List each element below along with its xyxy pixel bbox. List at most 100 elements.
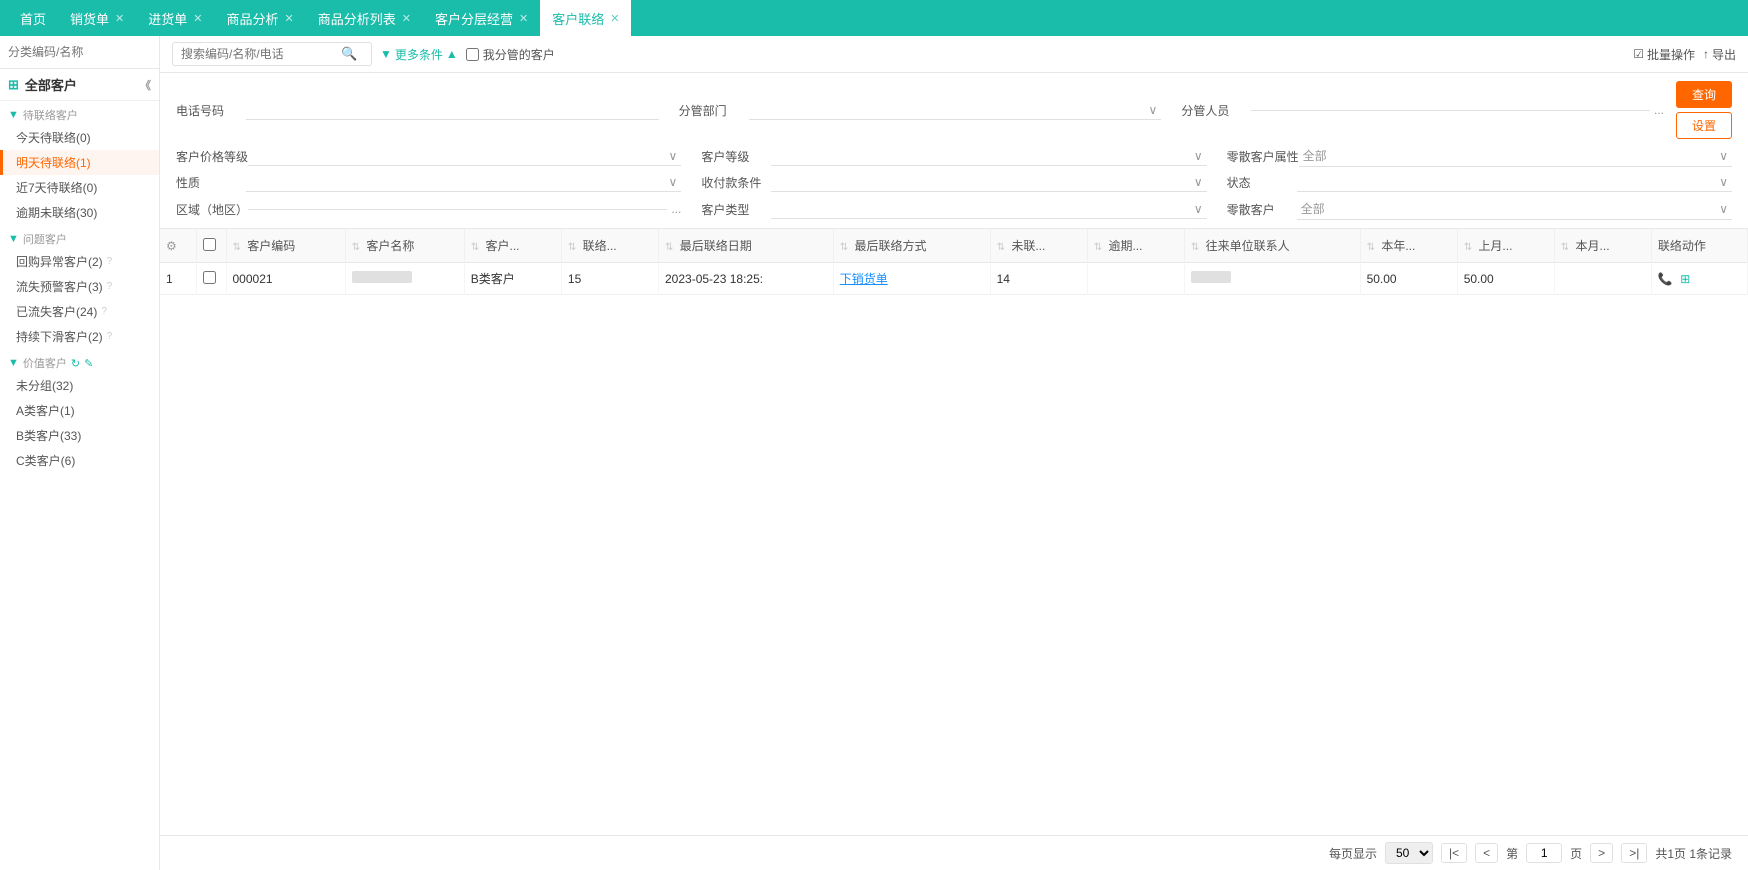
- th-last-month[interactable]: ⇅ 上月...: [1457, 229, 1554, 263]
- sidebar-item-7days-pending[interactable]: 近7天待联络(0): [0, 175, 159, 200]
- export-button[interactable]: ↑ 导出: [1703, 46, 1736, 63]
- nav-sales[interactable]: 销货单 ✕: [58, 0, 136, 36]
- collapse-icon[interactable]: 《: [140, 77, 151, 93]
- gear-icon[interactable]: ⚙: [166, 239, 177, 253]
- filter-row-3: 性质 ∨ 收付款条件 ∨ 状态 ∨: [176, 173, 1732, 192]
- more-filter-button[interactable]: ▼ 更多条件 ▲: [380, 46, 458, 63]
- action-more-icon[interactable]: ⊞: [1680, 272, 1690, 286]
- sidebar-item-loss-warning[interactable]: 流失预警客户(3) ?: [0, 274, 159, 299]
- nav-customer-segment[interactable]: 客户分层经营 ✕: [423, 0, 540, 36]
- first-page-button[interactable]: |<: [1441, 843, 1467, 863]
- td-code: 000021: [226, 263, 345, 295]
- th-customer-code[interactable]: ⇅ 客户编码: [226, 229, 345, 263]
- sort-icon-5: ⇅: [665, 242, 673, 253]
- sidebar-item-class-b[interactable]: B类客户(33): [0, 423, 159, 448]
- search-input[interactable]: [181, 47, 341, 61]
- retail-customer-select[interactable]: 全部 ∨: [1297, 198, 1732, 220]
- edit-icon[interactable]: ✎: [84, 357, 93, 370]
- help-icon-2[interactable]: ?: [107, 281, 113, 292]
- search-icon[interactable]: 🔍: [341, 46, 357, 62]
- sidebar-all-customers[interactable]: ⊞ 全部客户 《: [0, 69, 159, 101]
- th-overdue[interactable]: ⇅ 逾期...: [1087, 229, 1184, 263]
- page-number-input[interactable]: [1526, 843, 1562, 863]
- th-uncontact[interactable]: ⇅ 未联...: [990, 229, 1087, 263]
- th-actions: 联络动作: [1651, 229, 1747, 263]
- last-method-link[interactable]: 下销货单: [840, 272, 888, 286]
- sidebar-pending-group: ▼ 待联络客户: [0, 101, 159, 125]
- dept-select[interactable]: ∨: [749, 101, 1162, 120]
- my-customers-checkbox[interactable]: 我分管的客户: [466, 46, 555, 63]
- refresh-icon[interactable]: ↻: [71, 357, 80, 370]
- payment-select[interactable]: ∨: [771, 173, 1206, 192]
- query-button[interactable]: 查询: [1676, 81, 1732, 108]
- sidebar-item-class-c[interactable]: C类客户(6): [0, 448, 159, 473]
- th-customer-name[interactable]: ⇅ 客户名称: [345, 229, 464, 263]
- th-contact-person[interactable]: ⇅ 往来单位联系人: [1184, 229, 1360, 263]
- td-last-method[interactable]: 下销货单: [833, 263, 990, 295]
- th-this-year[interactable]: ⇅ 本年...: [1360, 229, 1457, 263]
- th-last-contact-method[interactable]: ⇅ 最后联络方式: [833, 229, 990, 263]
- gender-select[interactable]: ∨: [246, 173, 681, 192]
- sidebar-item-class-a[interactable]: A类客户(1): [0, 398, 159, 423]
- close-purchase-tab[interactable]: ✕: [193, 12, 202, 25]
- price-level-select[interactable]: ∨: [248, 147, 681, 166]
- nav-purchase[interactable]: 进货单 ✕: [136, 0, 214, 36]
- th-customer-type[interactable]: ⇅ 客户...: [464, 229, 561, 263]
- sidebar-search-input[interactable]: [8, 45, 160, 59]
- set-button[interactable]: 设置: [1676, 112, 1732, 139]
- sidebar-item-tomorrow-pending[interactable]: 明天待联络(1): [0, 150, 159, 175]
- sort-icon-11: ⇅: [1464, 242, 1472, 253]
- close-customer-contact-tab[interactable]: ✕: [610, 12, 619, 25]
- prev-page-button[interactable]: <: [1475, 843, 1498, 863]
- last-page-button[interactable]: >|: [1621, 843, 1647, 863]
- td-overdue: [1087, 263, 1184, 295]
- status-select[interactable]: ∨: [1297, 173, 1732, 192]
- per-page-select[interactable]: 50: [1385, 842, 1433, 864]
- sidebar-item-declining[interactable]: 持续下滑客户(2) ?: [0, 324, 159, 349]
- next-page-button[interactable]: >: [1590, 843, 1613, 863]
- grid-icon: ⊞: [8, 77, 19, 93]
- close-sales-tab[interactable]: ✕: [115, 12, 124, 25]
- sidebar-item-ungrouped[interactable]: 未分组(32): [0, 373, 159, 398]
- phone-input[interactable]: [246, 101, 659, 120]
- batch-op-button[interactable]: ☑ 批量操作: [1633, 46, 1695, 63]
- close-customer-segment-tab[interactable]: ✕: [519, 12, 528, 25]
- nav-customer-contact[interactable]: 客户联络 ✕: [540, 0, 631, 36]
- th-checkbox[interactable]: [196, 229, 226, 263]
- customer-level-select[interactable]: ∨: [771, 147, 1206, 166]
- td-actions[interactable]: 📞 ⊞: [1651, 263, 1747, 295]
- help-icon-1[interactable]: ?: [107, 256, 113, 267]
- filter-phone: 电话号码: [176, 101, 659, 120]
- sort-icon-12: ⇅: [1561, 242, 1569, 253]
- th-contact-count[interactable]: ⇅ 联络...: [561, 229, 658, 263]
- th-last-contact-date[interactable]: ⇅ 最后联络日期: [659, 229, 834, 263]
- sidebar-item-lost[interactable]: 已流失客户(24) ?: [0, 299, 159, 324]
- nav-home[interactable]: 首页: [8, 0, 58, 36]
- triangle-icon-3: ▼: [8, 357, 19, 369]
- sidebar-item-repurchase-abnormal[interactable]: 回购异常客户(2) ?: [0, 249, 159, 274]
- filter-status: 状态 ∨: [1227, 173, 1732, 192]
- close-product-analysis-tab[interactable]: ✕: [285, 12, 294, 25]
- nav-product-analysis[interactable]: 商品分析 ✕: [214, 0, 305, 36]
- nav-product-analysis-list[interactable]: 商品分析列表 ✕: [306, 0, 423, 36]
- td-row-checkbox[interactable]: [196, 263, 226, 295]
- retail-attr-select[interactable]: 全部 ∨: [1299, 145, 1732, 167]
- th-this-month[interactable]: ⇅ 本月...: [1554, 229, 1651, 263]
- select-all-checkbox[interactable]: [203, 238, 216, 251]
- up-arrow-icon: ▲: [446, 47, 458, 61]
- customer-type-select[interactable]: ∨: [771, 200, 1206, 219]
- close-product-analysis-list-tab[interactable]: ✕: [402, 12, 411, 25]
- th-gear[interactable]: ⚙: [160, 229, 196, 263]
- contact-person-masked: [1191, 271, 1231, 283]
- help-icon-3[interactable]: ?: [101, 306, 107, 317]
- manager-ellipsis[interactable]: ...: [1654, 103, 1664, 117]
- region-ellipsis[interactable]: ...: [671, 202, 681, 216]
- action-phone-icon[interactable]: 📞: [1658, 272, 1673, 286]
- sidebar-item-today-pending[interactable]: 今天待联络(0): [0, 125, 159, 150]
- my-customers-check[interactable]: [466, 48, 479, 61]
- row-checkbox[interactable]: [203, 271, 216, 284]
- sidebar-item-overdue[interactable]: 逾期未联络(30): [0, 200, 159, 225]
- filter-panel: 电话号码 分管部门 ∨ 分管人员 ... 查询: [160, 73, 1748, 229]
- help-icon-4[interactable]: ?: [107, 331, 113, 342]
- table-area: ⚙ ⇅ 客户编码 ⇅ 客户名称 ⇅ 客户...: [160, 229, 1748, 835]
